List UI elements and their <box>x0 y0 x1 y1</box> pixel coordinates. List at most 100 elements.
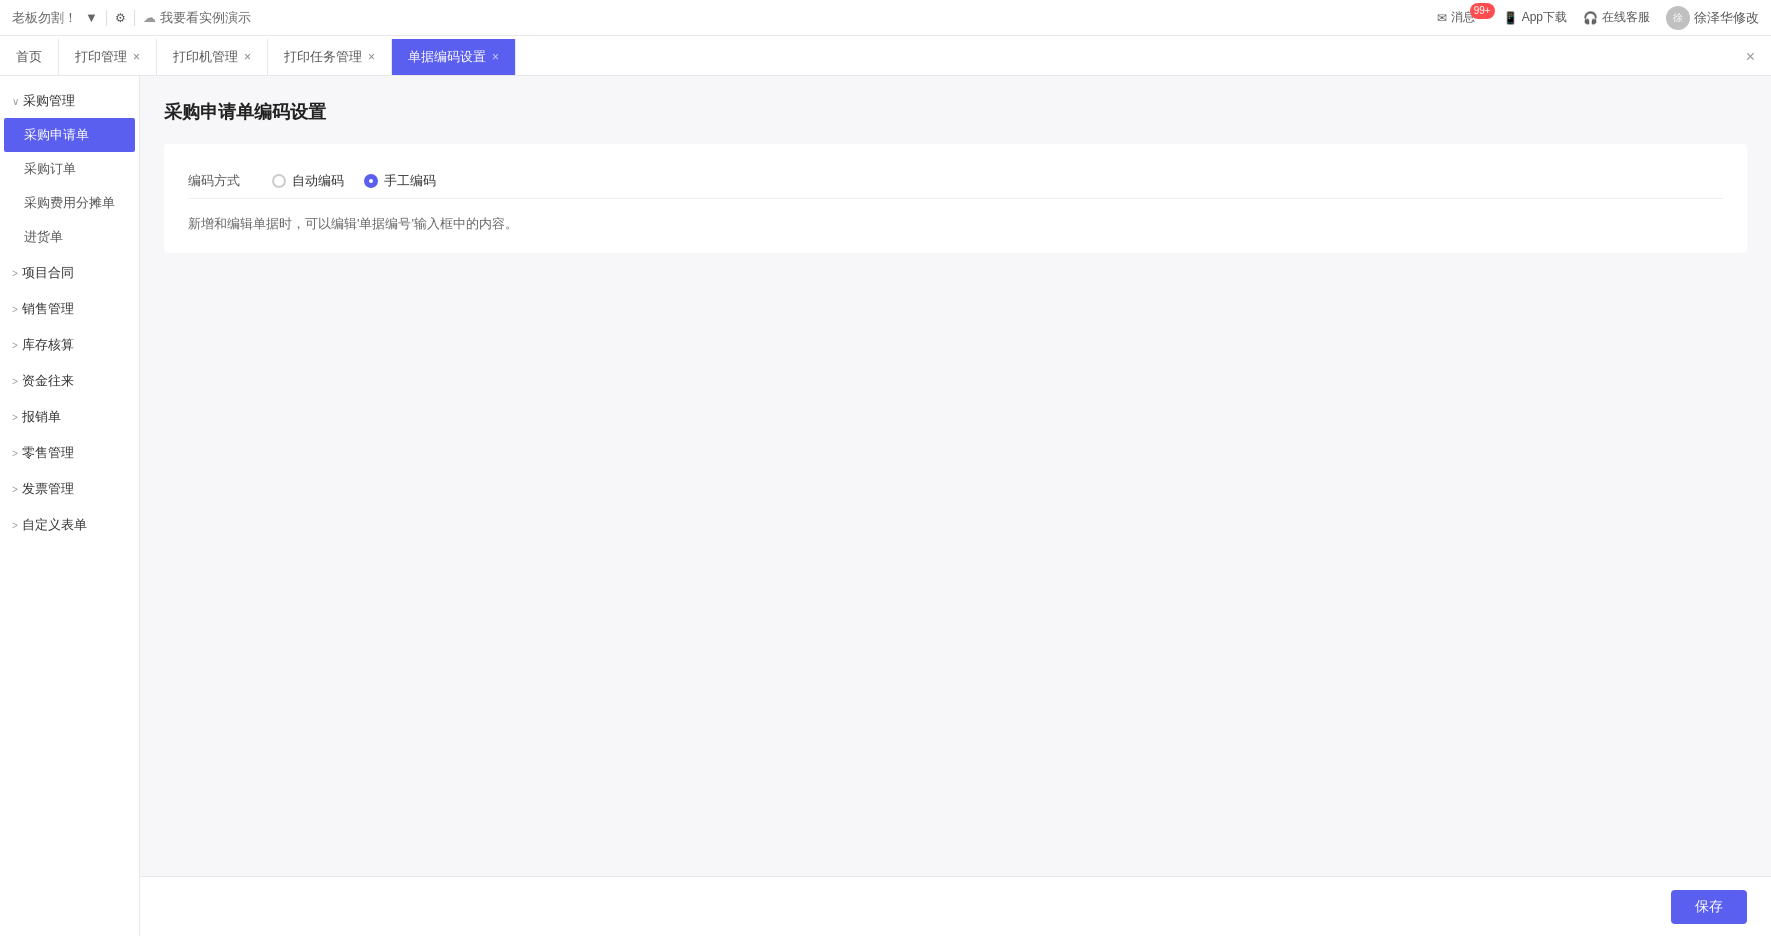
app-download-button[interactable]: 📱 App下载 <box>1503 9 1567 26</box>
message-button[interactable]: ✉ 消息 99+ <box>1437 9 1487 26</box>
page-title: 采购申请单编码设置 <box>164 100 1747 124</box>
top-bar-dropdown[interactable]: ▼ <box>85 10 98 25</box>
hint-text: 新增和编辑单据时，可以编辑'单据编号'输入框中的内容。 <box>188 215 1723 233</box>
tab-print-task-mgmt[interactable]: 打印任务管理 × <box>268 39 392 75</box>
top-bar-divider <box>106 10 107 26</box>
tab-print-mgmt-label: 打印管理 <box>75 48 127 66</box>
online-service-button[interactable]: 🎧 在线客服 <box>1583 9 1650 26</box>
tab-single-code-close[interactable]: × <box>492 50 499 64</box>
invoice-group-label: 发票管理 <box>22 480 74 498</box>
top-bar-right: ✉ 消息 99+ 📱 App下载 🎧 在线客服 徐 徐泽华修改 <box>1437 6 1759 30</box>
sidebar-group-fund-header[interactable]: > 资金往来 <box>0 364 139 398</box>
home-tab-label: 首页 <box>16 48 42 66</box>
radio-auto-encoding[interactable]: 自动编码 <box>272 172 344 190</box>
sidebar-group-custom-header[interactable]: > 自定义表单 <box>0 508 139 542</box>
sidebar-group-invoice-header[interactable]: > 发票管理 <box>0 472 139 506</box>
purchase-expand-arrow: ∨ <box>12 96 19 107</box>
encoding-row: 编码方式 自动编码 手工编码 <box>188 164 1723 199</box>
cloud-icon: ☁ <box>143 10 156 25</box>
sales-group-label: 销售管理 <box>22 300 74 318</box>
purchase-request-label: 采购申请单 <box>24 127 89 142</box>
radio-group: 自动编码 手工编码 <box>272 172 436 190</box>
custom-group-label: 自定义表单 <box>22 516 87 534</box>
tab-print-task-mgmt-label: 打印任务管理 <box>284 48 362 66</box>
goods-receipt-label: 进货单 <box>24 229 63 244</box>
inventory-group-label: 库存核算 <box>22 336 74 354</box>
sidebar-group-retail-header[interactable]: > 零售管理 <box>0 436 139 470</box>
sidebar-group-sales-header[interactable]: > 销售管理 <box>0 292 139 326</box>
tab-print-mgmt-close[interactable]: × <box>133 50 140 64</box>
sidebar-item-purchase-order[interactable]: 采购订单 <box>0 152 139 186</box>
message-badge: 99+ <box>1470 3 1495 19</box>
sidebar-group-invoice-mgmt: > 发票管理 <box>0 472 139 506</box>
app-download-label: App下载 <box>1522 9 1567 26</box>
encoding-label: 编码方式 <box>188 172 248 190</box>
sidebar-group-purchase-mgmt: ∨ 采购管理 采购申请单 采购订单 采购费用分摊单 进货单 <box>0 84 139 254</box>
tab-print-mgmt[interactable]: 打印管理 × <box>59 39 157 75</box>
custom-expand-arrow: > <box>12 520 18 531</box>
radio-auto-label: 自动编码 <box>292 172 344 190</box>
tab-bar-close-all[interactable]: × <box>1730 39 1771 75</box>
save-button[interactable]: 保存 <box>1671 890 1747 924</box>
message-icon: ✉ <box>1437 11 1447 25</box>
username: 徐泽华修改 <box>1694 9 1759 27</box>
avatar: 徐 <box>1666 6 1690 30</box>
top-bar-left: 老板勿割！ ▼ ⚙ ☁ 我要看实例演示 <box>12 9 251 27</box>
tab-single-code-label: 单据编码设置 <box>408 48 486 66</box>
content-area: 采购申请单编码设置 编码方式 自动编码 手工编码 <box>140 76 1771 936</box>
tab-printer-mgmt-close[interactable]: × <box>244 50 251 64</box>
purchase-order-label: 采购订单 <box>24 161 76 176</box>
tab-printer-mgmt[interactable]: 打印机管理 × <box>157 39 268 75</box>
sidebar-group-purchase-header[interactable]: ∨ 采购管理 <box>0 84 139 118</box>
sidebar-item-purchase-expense[interactable]: 采购费用分摊单 <box>0 186 139 220</box>
radio-manual-encoding[interactable]: 手工编码 <box>364 172 436 190</box>
project-group-label: 项目合同 <box>22 264 74 282</box>
sidebar-group-project-contract: > 项目合同 <box>0 256 139 290</box>
tab-home[interactable]: 首页 <box>0 39 59 75</box>
tab-bar: 首页 打印管理 × 打印机管理 × 打印任务管理 × 单据编码设置 × × <box>0 36 1771 76</box>
tab-printer-mgmt-label: 打印机管理 <box>173 48 238 66</box>
project-expand-arrow: > <box>12 268 18 279</box>
settings-icon: ⚙ <box>115 11 126 25</box>
top-bar-divider2 <box>134 10 135 26</box>
user-profile[interactable]: 徐 徐泽华修改 <box>1666 6 1759 30</box>
online-service-label: 在线客服 <box>1602 9 1650 26</box>
radio-manual-label: 手工编码 <box>384 172 436 190</box>
app-icon: 📱 <box>1503 11 1518 25</box>
top-bar: 老板勿割！ ▼ ⚙ ☁ 我要看实例演示 ✉ 消息 99+ 📱 App下载 🎧 在… <box>0 0 1771 36</box>
purchase-expense-label: 采购费用分摊单 <box>24 195 115 210</box>
radio-auto-circle <box>272 174 286 188</box>
retail-group-label: 零售管理 <box>22 444 74 462</box>
sidebar-group-sales-mgmt: > 销售管理 <box>0 292 139 326</box>
tab-print-task-mgmt-close[interactable]: × <box>368 50 375 64</box>
main-layout: ∨ 采购管理 采购申请单 采购订单 采购费用分摊单 进货单 > 项目合同 <box>0 76 1771 936</box>
sidebar-group-inventory-header[interactable]: > 库存核算 <box>0 328 139 362</box>
fund-group-label: 资金往来 <box>22 372 74 390</box>
dropdown-icon: ▼ <box>85 10 98 25</box>
inventory-expand-arrow: > <box>12 340 18 351</box>
sidebar-group-return-goods: > 报销单 <box>0 400 139 434</box>
sidebar-group-return-header[interactable]: > 报销单 <box>0 400 139 434</box>
tab-single-code-setting[interactable]: 单据编码设置 × <box>392 39 516 75</box>
demo-text: 我要看实例演示 <box>160 9 251 27</box>
settings-card: 编码方式 自动编码 手工编码 新增和编辑单据时，可以编辑'单据编号'输入框中的内… <box>164 144 1747 253</box>
sidebar-group-inventory-settle: > 库存核算 <box>0 328 139 362</box>
sidebar: ∨ 采购管理 采购申请单 采购订单 采购费用分摊单 进货单 > 项目合同 <box>0 76 140 936</box>
return-expand-arrow: > <box>12 412 18 423</box>
headset-icon: 🎧 <box>1583 11 1598 25</box>
demo-link[interactable]: ☁ 我要看实例演示 <box>143 9 251 27</box>
invoice-expand-arrow: > <box>12 484 18 495</box>
sidebar-group-custom-form: > 自定义表单 <box>0 508 139 542</box>
settings-button[interactable]: ⚙ <box>115 11 126 25</box>
sales-expand-arrow: > <box>12 304 18 315</box>
radio-manual-circle <box>364 174 378 188</box>
sidebar-item-purchase-request[interactable]: 采购申请单 <box>4 118 135 152</box>
sidebar-group-project-header[interactable]: > 项目合同 <box>0 256 139 290</box>
fund-expand-arrow: > <box>12 376 18 387</box>
return-group-label: 报销单 <box>22 408 61 426</box>
content-footer: 保存 <box>140 876 1771 936</box>
content-inner: 采购申请单编码设置 编码方式 自动编码 手工编码 <box>140 76 1771 876</box>
logo-text: 老板勿割！ <box>12 9 77 27</box>
sidebar-item-goods-receipt[interactable]: 进货单 <box>0 220 139 254</box>
retail-expand-arrow: > <box>12 448 18 459</box>
